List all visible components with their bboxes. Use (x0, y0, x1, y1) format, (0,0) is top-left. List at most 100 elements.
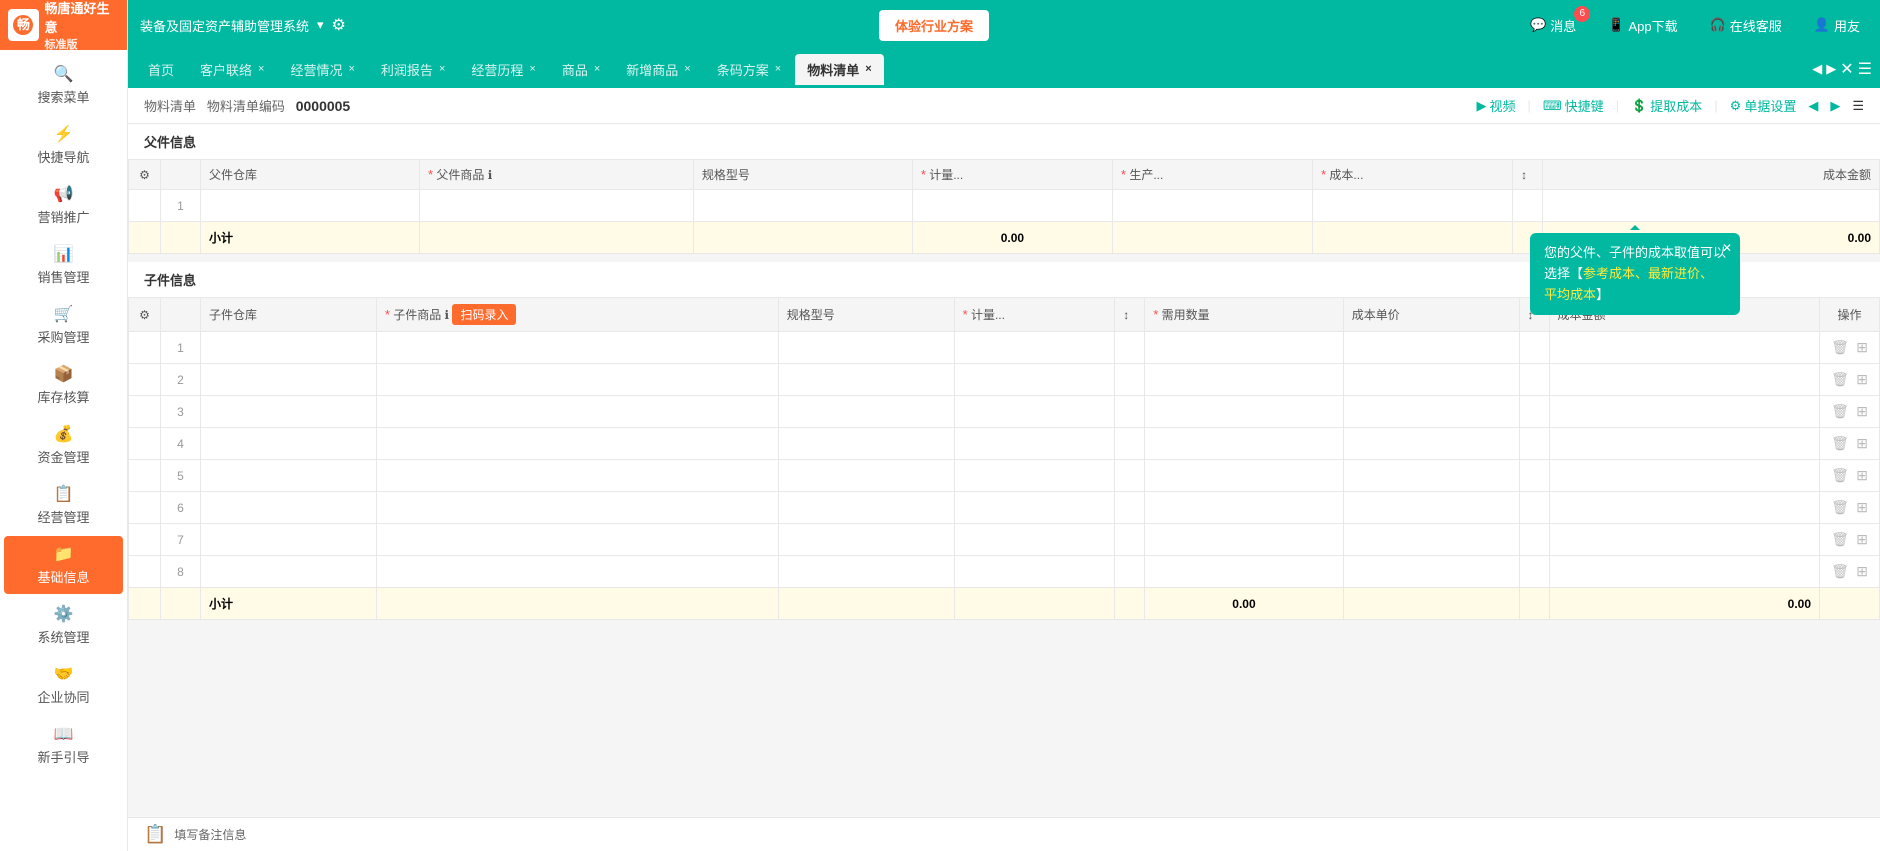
parent-col-settings[interactable]: ⚙ (129, 160, 161, 190)
child-row6-unit[interactable] (954, 492, 1115, 524)
delete-icon-7[interactable]: 🗑 (1831, 531, 1849, 547)
sidebar-item-search[interactable]: 🔍 搜索菜单 (4, 56, 123, 114)
tooltip-close[interactable]: ✕ (1722, 239, 1732, 258)
child-row1-unit[interactable] (954, 332, 1115, 364)
tab-home[interactable]: 首页 (136, 54, 186, 85)
sidebar-item-basic[interactable]: 📁 基础信息 (4, 536, 123, 594)
child-row6-qty[interactable] (1145, 492, 1344, 524)
parent-row1-cost[interactable] (1313, 190, 1513, 222)
sidebar-item-marketing[interactable]: 📢 营销推广 (4, 176, 123, 234)
sidebar-item-finance[interactable]: 💰 资金管理 (4, 416, 123, 474)
view-action[interactable]: ▶ 视频 (1477, 96, 1516, 115)
copy-icon-3[interactable]: ⊞ (1856, 403, 1868, 419)
child-row4-warehouse[interactable] (201, 428, 377, 460)
cost-action[interactable]: 💲 提取成本 (1631, 96, 1702, 115)
scroll-area[interactable]: 父件信息 ⚙ 父件仓库 * 父件商品 ℹ 规格型号 * 计量... * 生产..… (128, 124, 1880, 817)
child-row3-product[interactable] (376, 396, 778, 428)
child-row5-unit[interactable] (954, 460, 1115, 492)
sidebar-item-quick-nav[interactable]: ⚡ 快捷导航 (4, 116, 123, 174)
delete-icon-8[interactable]: 🗑 (1831, 563, 1849, 579)
child-row1-product[interactable] (376, 332, 778, 364)
tab-new-goods-close[interactable]: × (684, 64, 690, 75)
child-row8-warehouse[interactable] (201, 556, 377, 588)
tab-operation-close[interactable]: × (348, 64, 354, 75)
online-service-button[interactable]: 🎧 在线客服 (1702, 12, 1790, 39)
child-row7-warehouse[interactable] (201, 524, 377, 556)
child-row3-cost-price[interactable] (1343, 396, 1519, 428)
child-row7-action[interactable]: 🗑 ⊞ (1820, 524, 1880, 556)
tab-profit[interactable]: 利润报告 × (369, 54, 457, 85)
child-row1-action[interactable]: 🗑 ⊞ (1820, 332, 1880, 364)
tab-menu-btn[interactable]: ☰ (1858, 59, 1872, 79)
delete-icon-5[interactable]: 🗑 (1831, 467, 1849, 483)
child-row7-spec[interactable] (778, 524, 954, 556)
copy-icon-2[interactable]: ⊞ (1856, 371, 1868, 387)
child-row6-cost-price[interactable] (1343, 492, 1519, 524)
child-row3-action[interactable]: 🗑 ⊞ (1820, 396, 1880, 428)
child-row5-spec[interactable] (778, 460, 954, 492)
child-row4-unit[interactable] (954, 428, 1115, 460)
settings-icon[interactable]: ⚙ (332, 15, 346, 35)
dropdown-icon[interactable]: ▾ (317, 17, 324, 33)
child-row1-qty[interactable] (1145, 332, 1344, 364)
delete-icon-3[interactable]: 🗑 (1831, 403, 1849, 419)
parent-row1-product[interactable] (420, 190, 694, 222)
child-row5-warehouse[interactable] (201, 460, 377, 492)
sidebar-item-guide[interactable]: 📖 新手引导 (4, 716, 123, 774)
tab-bom[interactable]: 物料清单 × (795, 54, 883, 85)
child-col-settings[interactable]: ⚙ (129, 298, 161, 332)
child-row6-warehouse[interactable] (201, 492, 377, 524)
child-row3-unit[interactable] (954, 396, 1115, 428)
sidebar-item-inventory[interactable]: 📦 库存核算 (4, 356, 123, 414)
copy-icon-7[interactable]: ⊞ (1856, 531, 1868, 547)
sidebar-item-sales[interactable]: 📊 销售管理 (4, 236, 123, 294)
child-row4-action[interactable]: 🗑 ⊞ (1820, 428, 1880, 460)
tab-goods[interactable]: 商品 × (550, 54, 612, 85)
child-row5-action[interactable]: 🗑 ⊞ (1820, 460, 1880, 492)
header-nav-next[interactable]: ▶ (1830, 98, 1840, 114)
parent-row1-production[interactable] (1112, 190, 1312, 222)
tab-goods-close[interactable]: × (594, 64, 600, 75)
child-row8-spec[interactable] (778, 556, 954, 588)
child-row4-cost-price[interactable] (1343, 428, 1519, 460)
child-row5-product[interactable] (376, 460, 778, 492)
tab-history-close[interactable]: × (529, 64, 535, 75)
child-row7-unit[interactable] (954, 524, 1115, 556)
copy-icon-5[interactable]: ⊞ (1856, 467, 1868, 483)
child-row7-qty[interactable] (1145, 524, 1344, 556)
child-row8-product[interactable] (376, 556, 778, 588)
child-row7-cost-price[interactable] (1343, 524, 1519, 556)
tab-operation[interactable]: 经营情况 × (278, 54, 366, 85)
child-row6-action[interactable]: 🗑 ⊞ (1820, 492, 1880, 524)
user-button[interactable]: 👤 用友 (1806, 12, 1868, 39)
child-row1-spec[interactable] (778, 332, 954, 364)
tab-profit-close[interactable]: × (439, 64, 445, 75)
child-row2-cost-price[interactable] (1343, 364, 1519, 396)
copy-icon-6[interactable]: ⊞ (1856, 499, 1868, 515)
sidebar-item-purchase[interactable]: 🛒 采购管理 (4, 296, 123, 354)
tab-next-btn[interactable]: ▶ (1826, 61, 1836, 77)
child-row2-spec[interactable] (778, 364, 954, 396)
child-row8-action[interactable]: 🗑 ⊞ (1820, 556, 1880, 588)
shortcut-action[interactable]: ⌨ 快捷键 (1543, 96, 1604, 115)
copy-icon-4[interactable]: ⊞ (1856, 435, 1868, 451)
child-row4-qty[interactable] (1145, 428, 1344, 460)
child-row4-product[interactable] (376, 428, 778, 460)
child-row8-unit[interactable] (954, 556, 1115, 588)
tab-customer-close[interactable]: × (258, 64, 264, 75)
parent-row1-warehouse[interactable] (201, 190, 420, 222)
child-row2-warehouse[interactable] (201, 364, 377, 396)
child-row2-action[interactable]: 🗑 ⊞ (1820, 364, 1880, 396)
child-row5-cost-price[interactable] (1343, 460, 1519, 492)
tab-prev-btn[interactable]: ◀ (1812, 61, 1822, 77)
child-row2-unit[interactable] (954, 364, 1115, 396)
child-row8-qty[interactable] (1145, 556, 1344, 588)
child-row7-product[interactable] (376, 524, 778, 556)
tab-bom-close[interactable]: × (865, 64, 871, 75)
scan-button[interactable]: 扫码录入 (452, 304, 516, 325)
child-row8-cost-price[interactable] (1343, 556, 1519, 588)
child-row5-qty[interactable] (1145, 460, 1344, 492)
delete-icon-4[interactable]: 🗑 (1831, 435, 1849, 451)
delete-icon-6[interactable]: 🗑 (1831, 499, 1849, 515)
tab-customer[interactable]: 客户联络 × (188, 54, 276, 85)
